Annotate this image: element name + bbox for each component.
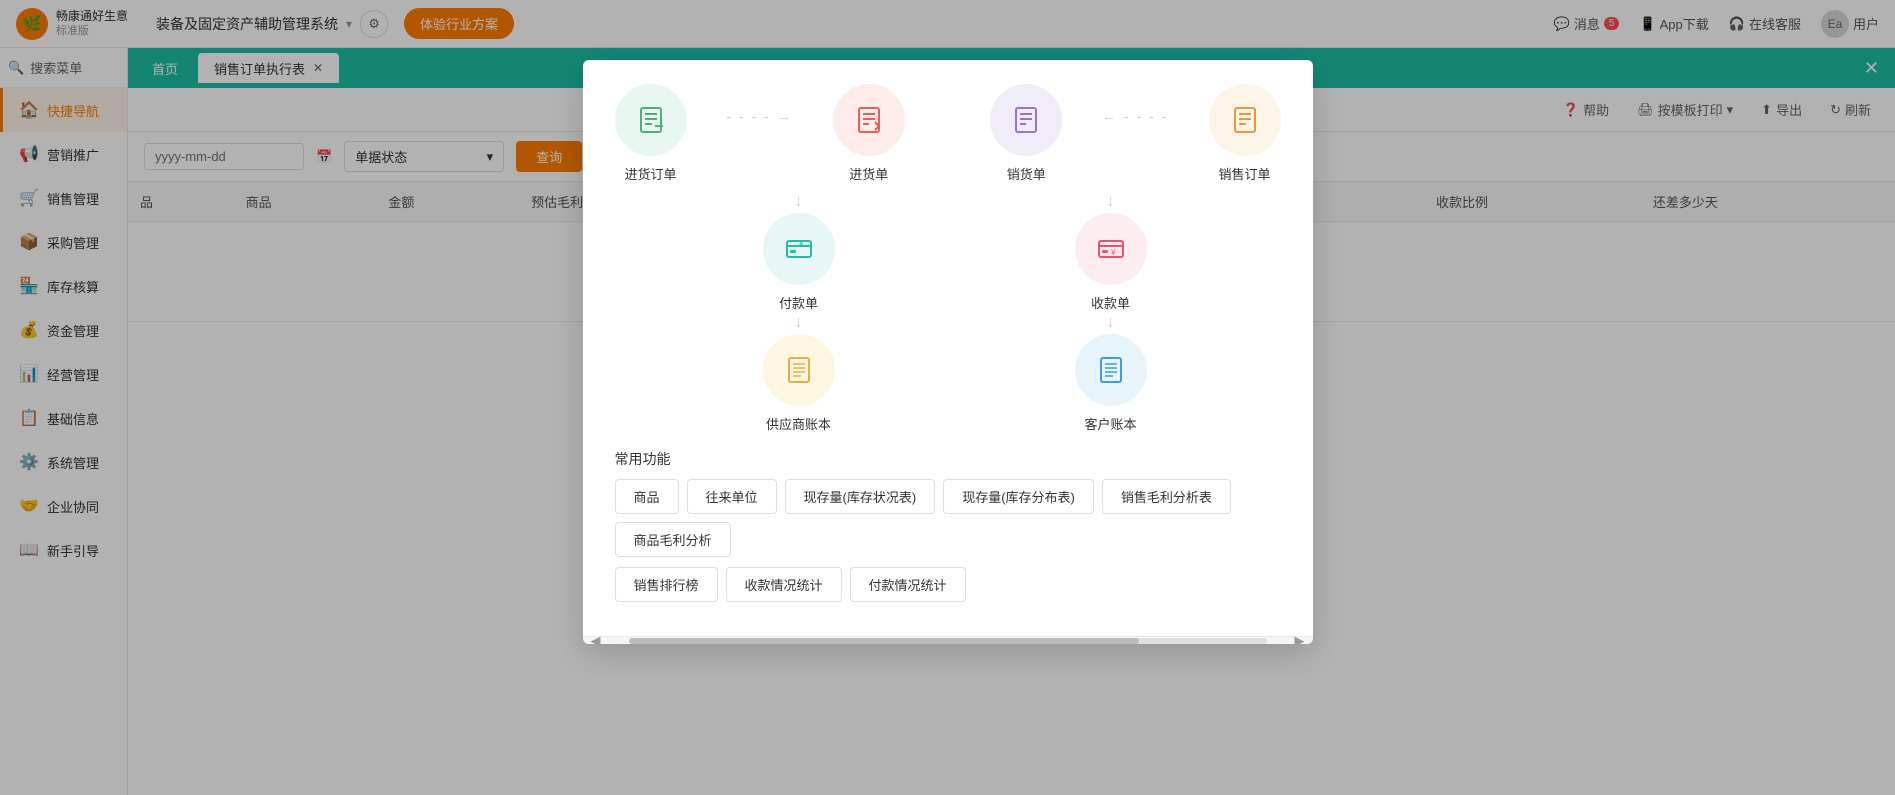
purchase-order-circle <box>615 84 687 156</box>
flow-section-top: 进货订单 - - - - → 进货单 销货 <box>615 84 1281 183</box>
arrow-sales-order-to-bill: ← - - - - <box>1102 108 1168 124</box>
sales-bill-circle <box>990 84 1062 156</box>
sales-order-circle <box>1209 84 1281 156</box>
customer-account-circle <box>1075 334 1147 406</box>
flow-node-supplier-account[interactable]: 供应商账本 <box>763 334 835 433</box>
function-grid-row1: 商品 往来单位 现存量(库存状况表) 现存量(库存分布表) 销售毛利分析表 商品… <box>615 479 1281 557</box>
payment-bill-circle: ¥ <box>763 213 835 285</box>
flow-node-payment-bill[interactable]: ¥ 付款单 <box>763 213 835 312</box>
arrow-down-supplier: ↓ <box>795 314 803 332</box>
quick-nav-modal: 进货订单 - - - - → 进货单 销货 <box>583 60 1313 644</box>
modal-content: 进货订单 - - - - → 进货单 销货 <box>583 60 1313 636</box>
func-btn-7[interactable]: 收款情况统计 <box>726 567 842 602</box>
func-btn-3[interactable]: 现存量(库存分布表) <box>943 479 1094 514</box>
func-btn-4[interactable]: 销售毛利分析表 <box>1102 479 1231 514</box>
func-btn-2[interactable]: 现存量(库存状况表) <box>785 479 936 514</box>
arrow-purchase-order-to-bill: - - - - → <box>727 108 793 124</box>
flow-node-purchase-bill[interactable]: 进货单 <box>833 84 905 183</box>
func-btn-6[interactable]: 销售排行榜 <box>615 567 718 602</box>
flow-node-sales-bill[interactable]: 销货单 <box>990 84 1062 183</box>
scroll-right-arrow[interactable]: ▶ <box>1287 633 1313 645</box>
svg-text:¥: ¥ <box>798 239 804 248</box>
flow-node-sales-order[interactable]: 销售订单 <box>1209 84 1281 183</box>
arrow-down-customer: ↓ <box>1107 314 1115 332</box>
scrollbar-track <box>629 638 1267 644</box>
flow-node-receipt-bill[interactable]: ¥ 收款单 <box>1075 213 1147 312</box>
receipt-bill-circle: ¥ <box>1075 213 1147 285</box>
function-grid-row2: 销售排行榜 收款情况统计 付款情况统计 <box>615 567 1281 602</box>
svg-text:¥: ¥ <box>1110 248 1116 257</box>
func-btn-0[interactable]: 商品 <box>615 479 679 514</box>
common-functions-title: 常用功能 <box>615 449 1281 469</box>
modal-overlay[interactable]: 进货订单 - - - - → 进货单 销货 <box>0 0 1895 795</box>
func-btn-1[interactable]: 往来单位 <box>687 479 777 514</box>
purchase-bill-circle <box>833 84 905 156</box>
scrollbar-thumb[interactable] <box>629 638 1139 644</box>
flow-node-customer-account[interactable]: 客户账本 <box>1075 334 1147 433</box>
func-btn-8[interactable]: 付款情况统计 <box>850 567 966 602</box>
flow-node-purchase-order[interactable]: 进货订单 <box>615 84 687 183</box>
scroll-left-arrow[interactable]: ◀ <box>583 633 609 645</box>
arrow-down-receipt: ↓ <box>1107 193 1115 211</box>
arrow-down-payment: ↓ <box>795 193 803 211</box>
supplier-account-circle <box>763 334 835 406</box>
modal-scrollbar: ◀ ▶ <box>583 636 1313 644</box>
func-btn-5[interactable]: 商品毛利分析 <box>615 522 731 557</box>
